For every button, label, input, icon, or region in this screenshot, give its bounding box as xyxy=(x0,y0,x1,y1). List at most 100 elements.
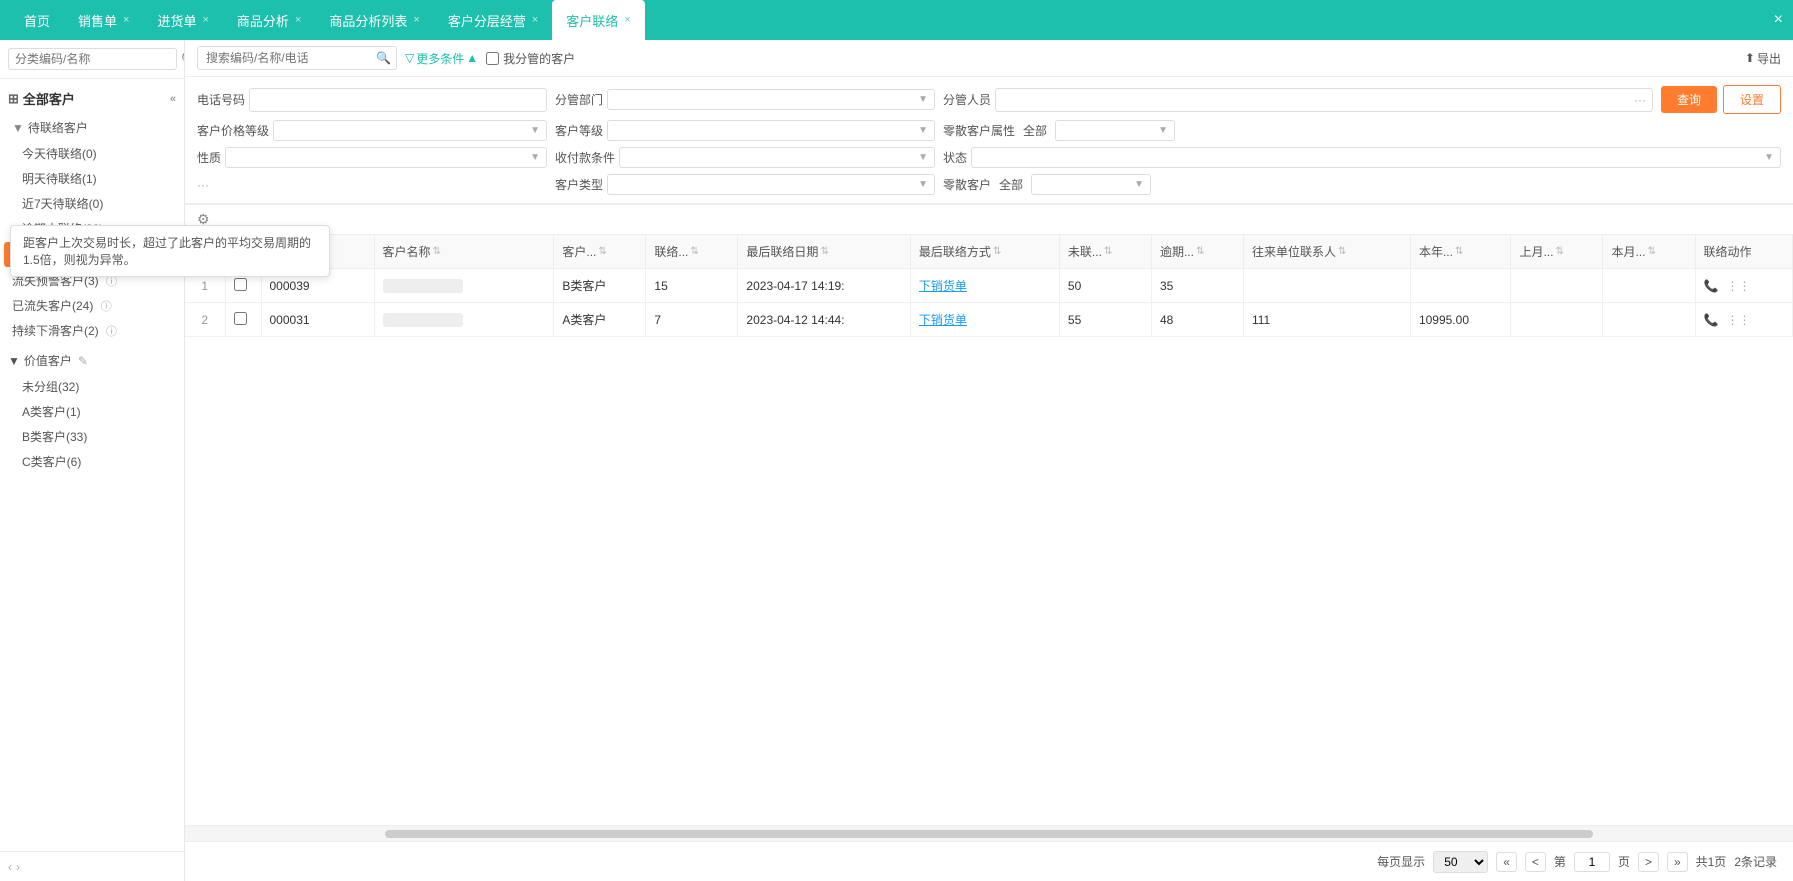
customer-level-select[interactable]: ▼ xyxy=(607,120,935,141)
prev-page-btn[interactable]: < xyxy=(1525,852,1546,872)
setting-button[interactable]: 设置 xyxy=(1723,85,1781,114)
nav-customer-layer[interactable]: 客户分层经营 × xyxy=(434,0,552,40)
first-page-btn[interactable]: « xyxy=(1496,852,1517,872)
search-input[interactable] xyxy=(197,46,397,70)
sidebar-root[interactable]: ⊞ 全部客户 « xyxy=(0,83,184,114)
col-last-contact-method[interactable]: 最后联络方式 ⇅ xyxy=(910,235,1059,269)
sidebar-item-c-class[interactable]: C类客户(6) xyxy=(0,449,184,474)
nav-product-analysis-list-close[interactable]: × xyxy=(413,14,419,26)
filter-dept: 分管部门 ▼ xyxy=(555,89,935,110)
nature-select[interactable]: ▼ xyxy=(225,147,547,168)
nav-customer-layer-close[interactable]: × xyxy=(532,14,538,26)
sidebar-item-declining[interactable]: 持续下滑客户(2) ⓘ xyxy=(0,318,184,343)
window-close-button[interactable]: × xyxy=(1774,11,1783,29)
filter-status: 状态 ▼ xyxy=(943,147,1781,168)
filter-manager: 分管人员 ··· xyxy=(943,88,1653,112)
nav-product-analysis[interactable]: 商品分析 × xyxy=(223,0,315,40)
col-uncontacted[interactable]: 未联... ⇅ xyxy=(1059,235,1151,269)
left-arrow-icon[interactable]: ‹ xyxy=(8,860,12,874)
my-customer-checkbox[interactable] xyxy=(486,52,499,65)
sidebar-item-churned[interactable]: 已流失客户(24) ⓘ xyxy=(0,293,184,318)
nav-purchase[interactable]: 进货单 × xyxy=(143,0,222,40)
next-page-btn[interactable]: > xyxy=(1638,852,1659,872)
page-label: 第 xyxy=(1554,853,1566,870)
nav-sales[interactable]: 销售单 × xyxy=(64,0,143,40)
col-this-month[interactable]: 本月... ⇅ xyxy=(1603,235,1695,269)
nav-home[interactable]: 首页 xyxy=(10,0,64,40)
sidebar-section-pending[interactable]: ▼ 待联络客户 xyxy=(0,114,184,141)
sidebar-search-area: 🔍 xyxy=(0,40,184,79)
cell-action-1: 📞 ⋮⋮ xyxy=(1695,269,1793,303)
dept-chevron-icon: ▼ xyxy=(918,94,928,105)
table-row: 1 000039 B类客户 15 2023-04-17 14:19: 下销货单 … xyxy=(185,269,1793,303)
col-company-contact[interactable]: 往来单位联系人 ⇅ xyxy=(1243,235,1410,269)
top-nav: 首页 销售单 × 进货单 × 商品分析 × 商品分析列表 × 客户分层经营 × … xyxy=(0,0,1793,40)
sidebar-section-value[interactable]: ▼ 价值客户 ✎ xyxy=(0,347,184,374)
retail-customer-select[interactable]: ▼ xyxy=(1031,174,1151,195)
retail-customer-inline-label: 全部 xyxy=(999,176,1023,193)
col-name[interactable]: 客户名称 ⇅ xyxy=(374,235,554,269)
search-icon[interactable]: 🔍 xyxy=(376,51,391,65)
phone-action-icon-1[interactable]: 📞 xyxy=(1704,279,1719,293)
dots-expand[interactable]: ··· xyxy=(197,178,209,192)
arrow-down-icon-2: ▼ xyxy=(8,354,20,368)
table-scroll[interactable]: 客户编码 ⇅ 客户名称 ⇅ xyxy=(185,235,1793,825)
nav-product-analysis-close[interactable]: × xyxy=(295,14,301,26)
my-customer-checkbox-label[interactable]: 我分管的客户 xyxy=(486,50,575,67)
export-button[interactable]: ⬆ 导出 xyxy=(1745,50,1781,67)
sidebar-item-7days[interactable]: 近7天待联络(0) xyxy=(0,191,184,216)
phone-input[interactable] xyxy=(249,88,547,112)
more-action-icon-1[interactable]: ⋮⋮ xyxy=(1726,279,1750,293)
sidebar-item-b-class[interactable]: B类客户(33) xyxy=(0,424,184,449)
per-page-select[interactable]: 50 100 200 xyxy=(1433,851,1488,873)
col-last-contact-date[interactable]: 最后联络日期 ⇅ xyxy=(738,235,911,269)
col-this-year[interactable]: 本年... ⇅ xyxy=(1410,235,1511,269)
row-1-checkbox[interactable] xyxy=(234,278,247,291)
nav-customer-contact-close[interactable]: × xyxy=(624,14,630,26)
collapse-icon[interactable]: « xyxy=(170,93,176,105)
cell-name-1 xyxy=(374,269,554,303)
customer-type-select[interactable]: ▼ xyxy=(607,174,935,195)
sidebar-item-today[interactable]: 今天待联络(0) xyxy=(0,141,184,166)
col-overdue[interactable]: 逾期... ⇅ xyxy=(1151,235,1243,269)
price-level-select[interactable]: ▼ xyxy=(273,120,547,141)
status-select[interactable]: ▼ xyxy=(971,147,1781,168)
nav-customer-contact[interactable]: 客户联络 × xyxy=(552,0,644,40)
last-page-btn[interactable]: » xyxy=(1667,852,1688,872)
retail-attr-select[interactable]: ▼ xyxy=(1055,120,1175,141)
cell-year-1 xyxy=(1410,269,1511,303)
col-last-month[interactable]: 上月... ⇅ xyxy=(1511,235,1603,269)
nav-sales-close[interactable]: × xyxy=(123,14,129,26)
sort-icon-overdue: ⇅ xyxy=(1196,246,1204,257)
nav-product-analysis-list[interactable]: 商品分析列表 × xyxy=(315,0,433,40)
dept-select[interactable]: ▼ xyxy=(607,89,935,110)
sidebar-search-input[interactable] xyxy=(8,48,177,70)
phone-action-icon-2[interactable]: 📞 xyxy=(1704,313,1719,327)
right-arrow-icon[interactable]: › xyxy=(16,860,20,874)
filter-customer-level: 客户等级 ▼ xyxy=(555,120,935,141)
row-2-checkbox[interactable] xyxy=(234,312,247,325)
more-conditions-btn[interactable]: ▽ 更多条件 ▲ xyxy=(405,50,478,67)
query-button[interactable]: 查询 xyxy=(1661,86,1717,113)
cell-method-1[interactable]: 下销货单 xyxy=(910,269,1059,303)
page-input[interactable] xyxy=(1574,852,1610,872)
sidebar-item-ungrouped[interactable]: 未分组(32) xyxy=(0,374,184,399)
payment-select[interactable]: ▼ xyxy=(619,147,935,168)
manager-select[interactable]: ··· xyxy=(995,88,1653,112)
col-contact[interactable]: 联络... ⇅ xyxy=(646,235,738,269)
sidebar: 🔍 ⊞ 全部客户 « ▼ 待联络客户 今天待联络(0) 明天待联络(1) 近7天… xyxy=(0,40,185,881)
retail-customer-label: 零散客户 xyxy=(943,176,991,193)
sidebar-item-tomorrow[interactable]: 明天待联络(1) xyxy=(0,166,184,191)
cell-checkbox-2[interactable] xyxy=(225,303,261,337)
edit-icon[interactable]: ✎ xyxy=(78,354,88,368)
cell-method-2[interactable]: 下销货单 xyxy=(910,303,1059,337)
sidebar-item-a-class[interactable]: A类客户(1) xyxy=(0,399,184,424)
nav-purchase-close[interactable]: × xyxy=(202,14,208,26)
manager-dots-icon: ··· xyxy=(1634,93,1646,107)
horizontal-scrollbar[interactable] xyxy=(185,825,1793,841)
more-action-icon-2[interactable]: ⋮⋮ xyxy=(1726,313,1750,327)
dept-label: 分管部门 xyxy=(555,91,603,108)
retail-customer-chevron-icon: ▼ xyxy=(1134,179,1144,190)
col-level[interactable]: 客户... ⇅ xyxy=(554,235,646,269)
scrollbar-thumb[interactable] xyxy=(385,830,1593,838)
